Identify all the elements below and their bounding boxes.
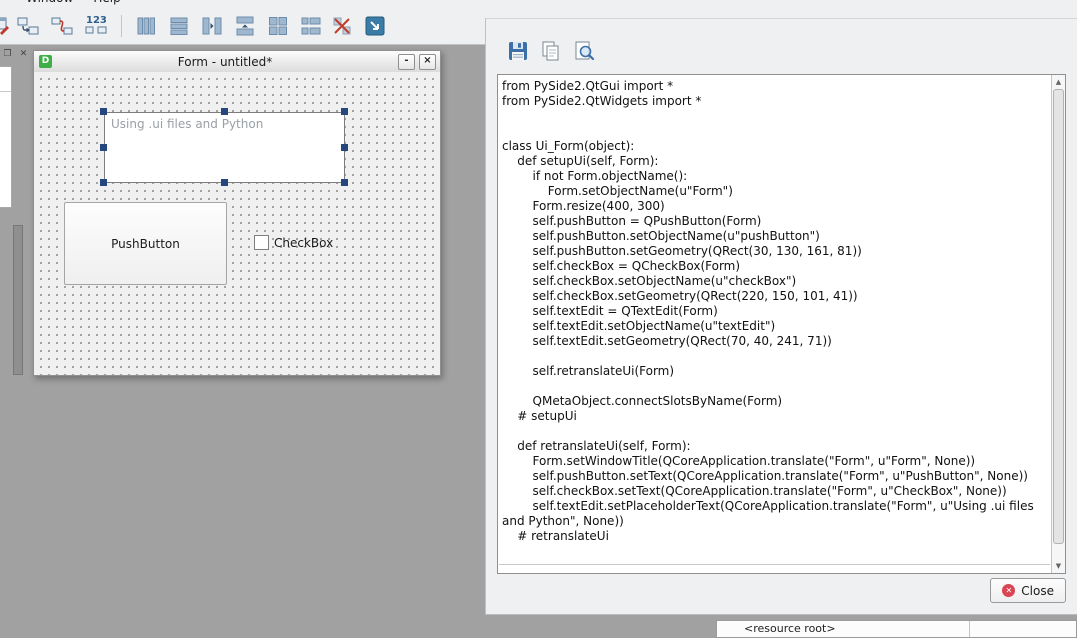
scroll-up-icon[interactable]: ▲ xyxy=(1052,76,1065,88)
pushbutton-widget[interactable]: PushButton xyxy=(64,202,227,285)
dock-splitter-edge[interactable] xyxy=(13,225,23,375)
code-view[interactable]: from PySide2.QtGui import * from PySide2… xyxy=(497,74,1066,574)
menu-help[interactable]: Help xyxy=(93,0,120,5)
selection-handle-bottom-center[interactable] xyxy=(221,179,228,186)
edit-buddies-icon[interactable] xyxy=(50,14,74,38)
layout-vertically-splitter-icon[interactable] xyxy=(233,14,257,38)
resource-panel-divider xyxy=(969,621,970,637)
layout-horizontally-icon[interactable] xyxy=(134,14,158,38)
resource-browser: <resource root> xyxy=(716,620,1077,638)
widget-box-divider xyxy=(0,91,11,92)
widget-box-edge xyxy=(0,66,12,208)
edit-signals-slots-icon[interactable] xyxy=(16,14,40,38)
form-window-titlebar[interactable]: D Form - untitled* - × xyxy=(34,51,440,73)
close-dialog-button[interactable]: ✕ Close xyxy=(990,578,1066,603)
close-button-label: Close xyxy=(1021,584,1054,598)
form-editor-window: D Form - untitled* - × Using .ui files a… xyxy=(33,50,441,376)
menu-window[interactable]: Window xyxy=(26,0,73,5)
menubar: Window Help xyxy=(0,0,240,6)
pushbutton-label: PushButton xyxy=(111,237,180,251)
form-window-title: Form - untitled* xyxy=(52,55,398,69)
dialog-toolbar xyxy=(506,39,596,63)
minimize-button[interactable]: - xyxy=(398,54,415,70)
close-button[interactable]: × xyxy=(419,54,436,70)
checkbox-widget[interactable]: CheckBox xyxy=(254,222,355,263)
horizontal-scrollbar[interactable] xyxy=(499,564,1050,565)
layout-form-icon[interactable] xyxy=(299,14,323,38)
code-preview-dialog: from PySide2.QtGui import * from PySide2… xyxy=(485,18,1077,615)
tab-order-numbers: 123 xyxy=(86,15,107,26)
designer-form-icon: D xyxy=(39,55,52,68)
scroll-down-icon[interactable]: ▼ xyxy=(1052,560,1065,572)
dock-float-icon[interactable]: ❐ xyxy=(1,47,14,60)
layout-grid-icon[interactable] xyxy=(266,14,290,38)
selection-handle-top-left[interactable] xyxy=(100,108,107,115)
dock-titlebar-buttons: ❐ ✕ xyxy=(1,47,30,60)
checkbox-box-icon[interactable] xyxy=(254,235,269,250)
form-canvas[interactable]: Using .ui files and Python PushButton Ch… xyxy=(34,72,440,375)
copy-icon[interactable] xyxy=(539,39,563,63)
layout-vertically-icon[interactable] xyxy=(167,14,191,38)
code-text[interactable]: from PySide2.QtGui import * from PySide2… xyxy=(498,75,1050,561)
selection-handle-bottom-right[interactable] xyxy=(341,179,348,186)
qt-designer-window: Window Help 123 xyxy=(0,0,1077,638)
dock-close-icon[interactable]: ✕ xyxy=(17,47,30,60)
find-icon[interactable] xyxy=(572,39,596,63)
selection-handle-bottom-left[interactable] xyxy=(100,179,107,186)
selection-handle-mid-right[interactable] xyxy=(341,144,348,151)
layout-horizontally-splitter-icon[interactable] xyxy=(200,14,224,38)
selection-handle-mid-left[interactable] xyxy=(100,144,107,151)
scrollbar-thumb[interactable] xyxy=(1053,89,1064,544)
textedit-widget[interactable]: Using .ui files and Python xyxy=(104,112,345,183)
vertical-scrollbar[interactable]: ▲ ▼ xyxy=(1051,75,1065,573)
break-layout-icon[interactable] xyxy=(330,14,354,38)
save-icon[interactable] xyxy=(506,39,530,63)
selection-handle-top-center[interactable] xyxy=(221,108,228,115)
edit-tab-order-icon[interactable]: 123 xyxy=(84,14,108,38)
adjust-size-icon[interactable] xyxy=(363,14,387,38)
toolbar-separator xyxy=(121,15,122,37)
close-circle-icon: ✕ xyxy=(1002,584,1015,597)
checkbox-label: CheckBox xyxy=(274,236,333,250)
edit-widgets-icon[interactable] xyxy=(0,14,12,38)
resource-root-item[interactable]: <resource root> xyxy=(744,622,836,635)
selection-handle-top-right[interactable] xyxy=(341,108,348,115)
